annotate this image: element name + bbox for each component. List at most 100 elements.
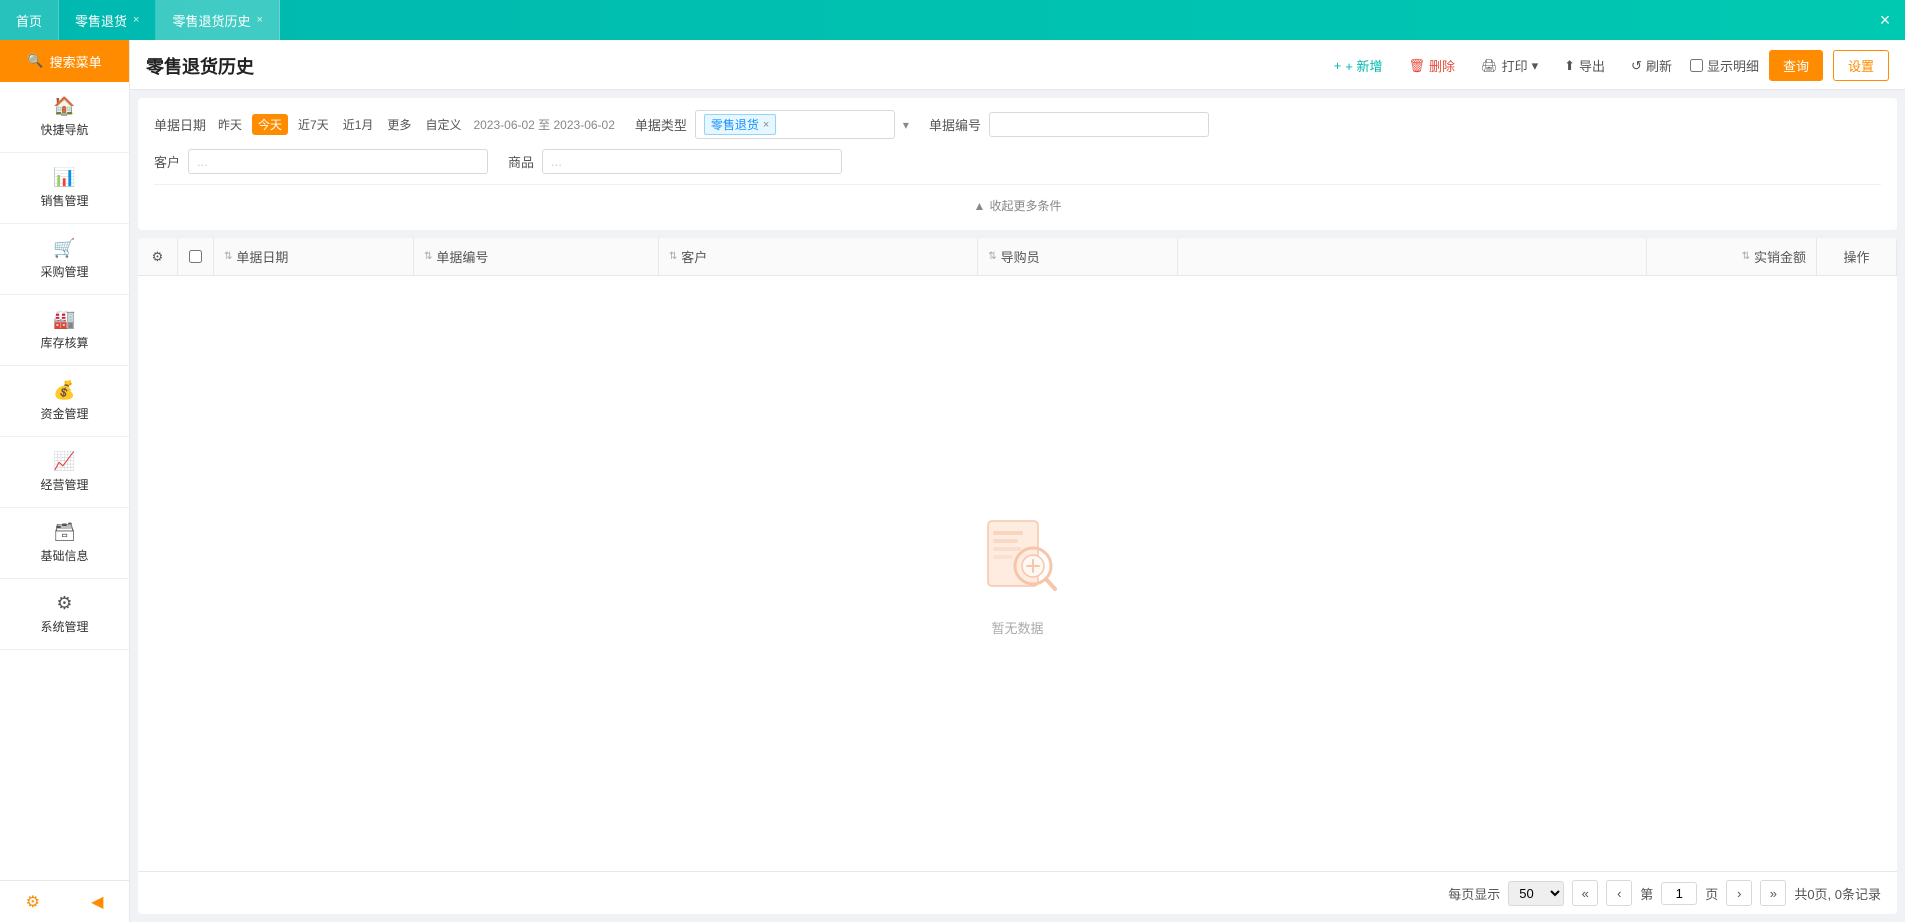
delete-button[interactable]: 🗑 删除 bbox=[1401, 52, 1464, 79]
new-label: + 新增 bbox=[1345, 56, 1382, 75]
show-detail-checkbox[interactable] bbox=[1690, 59, 1703, 72]
tab-retail-return[interactable]: 零售退货 × bbox=[59, 0, 156, 40]
first-page-button[interactable]: « bbox=[1572, 880, 1598, 906]
content-area: 零售退货历史 + + 新增 🗑 删除 🖨 打印 ▾ ⬆ 导出 bbox=[130, 40, 1905, 922]
tab-home[interactable]: 首页 bbox=[0, 0, 59, 40]
th-date-sort-icon: ⇅ bbox=[224, 251, 232, 262]
refresh-button[interactable]: ↺ 刷新 bbox=[1623, 52, 1680, 79]
date-opt-1month[interactable]: 近1月 bbox=[339, 114, 378, 135]
date-opt-more[interactable]: 更多 bbox=[383, 114, 415, 135]
print-label: 打印 bbox=[1502, 56, 1528, 75]
goods-filter-group: 商品 ... bbox=[508, 149, 842, 174]
sidebar-item-basic-info-label: 基础信息 bbox=[40, 547, 88, 564]
sidebar-search-label: 搜索菜单 bbox=[50, 52, 102, 71]
th-bill-no[interactable]: ⇅ 单据编号 bbox=[414, 238, 659, 275]
date-options: 昨天 今天 近7天 近1月 更多 自定义 bbox=[214, 114, 465, 135]
per-page-select[interactable]: 50 20 100 bbox=[1508, 881, 1564, 906]
sidebar-item-inventory-label: 库存核算 bbox=[40, 334, 88, 351]
date-opt-today[interactable]: 今天 bbox=[252, 114, 288, 135]
sidebar: 🔍 搜索菜单 🏠 快捷导航 📊 销售管理 🛒 采购管理 🏭 库存核算 💰 bbox=[0, 40, 130, 922]
print-button[interactable]: 🖨 打印 ▾ bbox=[1473, 52, 1546, 79]
table-wrapper: ⚙ ⇅ 单据日期 ⇅ 单据编号 ⇅ 客户 ⇅ bbox=[138, 238, 1897, 914]
th-customer[interactable]: ⇅ 客户 bbox=[659, 238, 978, 275]
goods-label: 商品 bbox=[508, 152, 534, 171]
query-button[interactable]: 查询 bbox=[1769, 50, 1823, 81]
sidebar-item-purchase[interactable]: 🛒 采购管理 bbox=[0, 224, 129, 295]
tab-retail-return-history-label: 零售退货历史 bbox=[172, 11, 250, 30]
th-amount[interactable]: ⇅ 实销金额 bbox=[1647, 238, 1817, 275]
th-amount-label: 实销金额 bbox=[1754, 247, 1806, 266]
collapse-icon: ▲ bbox=[974, 199, 986, 213]
sidebar-item-system[interactable]: ⚙ 系统管理 bbox=[0, 579, 129, 650]
date-opt-7days[interactable]: 近7天 bbox=[294, 114, 333, 135]
bill-no-label: 单据编号 bbox=[929, 115, 981, 134]
prev-page-button[interactable]: ‹ bbox=[1606, 880, 1632, 906]
tab-retail-return-history[interactable]: 零售退货历史 × bbox=[156, 0, 279, 40]
tab-retail-return-history-close[interactable]: × bbox=[256, 14, 262, 26]
settings-button-toolbar[interactable]: 设置 bbox=[1833, 50, 1889, 81]
operation-icon: 📈 bbox=[53, 451, 75, 472]
sidebar-item-quick-nav[interactable]: 🏠 快捷导航 bbox=[0, 82, 129, 153]
delete-icon: 🗑 bbox=[1409, 58, 1426, 74]
bill-type-tag-box[interactable]: 零售退货 × bbox=[695, 110, 895, 139]
th-customer-label: 客户 bbox=[681, 247, 707, 266]
th-date-label: 单据日期 bbox=[236, 247, 288, 266]
sidebar-item-sales[interactable]: 📊 销售管理 bbox=[0, 153, 129, 224]
sidebar-item-finance[interactable]: 💰 资金管理 bbox=[0, 366, 129, 437]
sidebar-item-basic-info[interactable]: 🗃 基础信息 bbox=[0, 508, 129, 579]
collapse-sidebar-button[interactable]: ◀ bbox=[91, 892, 103, 912]
th-checkbox[interactable] bbox=[178, 238, 214, 275]
show-detail-text: 显示明细 bbox=[1707, 56, 1759, 75]
th-settings[interactable]: ⚙ bbox=[138, 238, 178, 275]
bill-no-input[interactable] bbox=[989, 112, 1209, 137]
sidebar-item-operation[interactable]: 📈 经营管理 bbox=[0, 437, 129, 508]
collapse-button[interactable]: ▲ 收起更多条件 bbox=[974, 193, 1062, 218]
bill-type-filter-group: 单据类型 零售退货 × ▾ bbox=[635, 110, 909, 139]
bill-no-filter-group: 单据编号 bbox=[929, 112, 1209, 137]
tab-retail-return-close[interactable]: × bbox=[133, 14, 139, 26]
window-close-button[interactable]: × bbox=[1865, 0, 1905, 40]
filter-area: 单据日期 昨天 今天 近7天 近1月 更多 自定义 2023-06-02 至 2… bbox=[138, 98, 1897, 230]
th-amount-sort-icon: ⇅ bbox=[1742, 251, 1750, 262]
new-icon: + bbox=[1334, 58, 1342, 73]
sidebar-item-sales-label: 销售管理 bbox=[40, 192, 88, 209]
settings-button[interactable]: ⚙ bbox=[26, 892, 40, 912]
bill-type-tag-text: 零售退货 bbox=[711, 116, 759, 133]
page-label: 第 bbox=[1640, 884, 1653, 903]
tab-bar: 首页 零售退货 × 零售退货历史 × bbox=[0, 0, 1865, 40]
sidebar-item-inventory[interactable]: 🏭 库存核算 bbox=[0, 295, 129, 366]
date-opt-yesterday[interactable]: 昨天 bbox=[214, 114, 246, 135]
th-date[interactable]: ⇅ 单据日期 bbox=[214, 238, 414, 275]
print-icon: 🖨 bbox=[1481, 58, 1498, 74]
page-input[interactable] bbox=[1661, 882, 1697, 905]
export-button[interactable]: ⬆ 导出 bbox=[1556, 52, 1613, 79]
bill-type-tag: 零售退货 × bbox=[704, 114, 776, 135]
per-page-label: 每页显示 bbox=[1448, 884, 1500, 903]
th-action-label: 操作 bbox=[1843, 247, 1869, 266]
home-icon: 🏠 bbox=[53, 96, 75, 117]
select-all-checkbox[interactable] bbox=[189, 250, 202, 263]
main-layout: 🔍 搜索菜单 🏠 快捷导航 📊 销售管理 🛒 采购管理 🏭 库存核算 💰 bbox=[0, 40, 1905, 922]
purchase-icon: 🛒 bbox=[53, 238, 75, 259]
th-guide[interactable]: ⇅ 导购员 bbox=[978, 238, 1178, 275]
bill-type-tag-remove[interactable]: × bbox=[763, 119, 769, 131]
customer-ellipsis: ... bbox=[197, 154, 479, 169]
sidebar-item-purchase-label: 采购管理 bbox=[40, 263, 88, 280]
goods-input[interactable]: ... bbox=[542, 149, 842, 174]
print-chevron-icon: ▾ bbox=[1532, 58, 1539, 74]
refresh-icon: ↺ bbox=[1631, 58, 1642, 74]
bill-type-label: 单据类型 bbox=[635, 115, 687, 134]
customer-filter-group: 客户 ... bbox=[154, 149, 488, 174]
new-button[interactable]: + + 新增 bbox=[1326, 52, 1391, 79]
next-page-button[interactable]: › bbox=[1726, 880, 1752, 906]
sidebar-nav: 🏠 快捷导航 📊 销售管理 🛒 采购管理 🏭 库存核算 💰 资金管理 📈 bbox=[0, 82, 129, 880]
sidebar-search[interactable]: 🔍 搜索菜单 bbox=[0, 40, 129, 82]
refresh-label: 刷新 bbox=[1646, 56, 1672, 75]
table-body: 暂无数据 bbox=[138, 276, 1897, 871]
empty-state: 暂无数据 bbox=[973, 511, 1063, 637]
show-detail-toggle[interactable]: 显示明细 bbox=[1690, 56, 1759, 75]
date-opt-custom[interactable]: 自定义 bbox=[421, 114, 465, 135]
last-page-button[interactable]: » bbox=[1760, 880, 1786, 906]
customer-input[interactable]: ... bbox=[188, 149, 488, 174]
sidebar-item-system-label: 系统管理 bbox=[40, 618, 88, 635]
